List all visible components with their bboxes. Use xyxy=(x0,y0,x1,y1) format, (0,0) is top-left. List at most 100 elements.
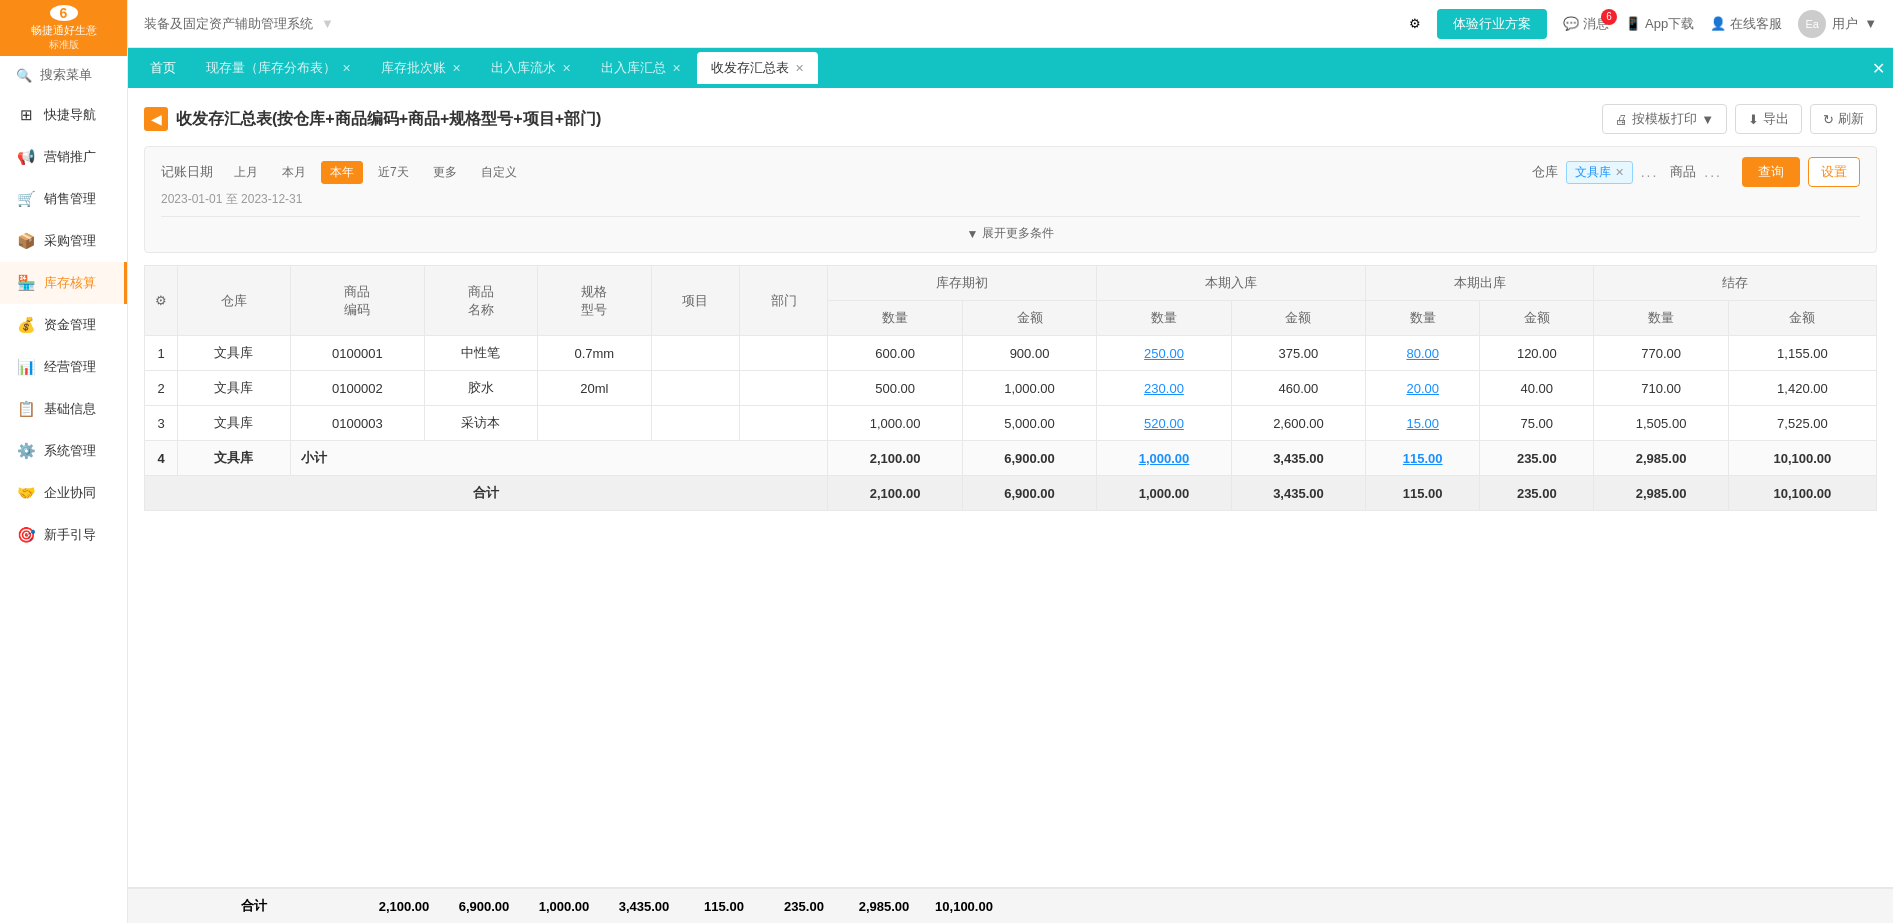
bottom-total-out-qty: 115.00 xyxy=(684,899,764,914)
query-button[interactable]: 查询 xyxy=(1742,157,1800,187)
tab-batch-ledger-close[interactable]: ✕ xyxy=(452,62,461,75)
sidebar-item-company[interactable]: 🤝 企业协同 xyxy=(0,472,127,514)
print-btn[interactable]: 🖨 按模板打印 ▼ xyxy=(1602,104,1727,134)
sub-out-qty: 115.00 xyxy=(1366,441,1480,476)
cell-in-qty[interactable]: 520.00 xyxy=(1097,406,1231,441)
expand-conditions-btn[interactable]: ▼ 展开更多条件 xyxy=(161,216,1860,242)
total-open-amt: 6,900.00 xyxy=(962,476,1096,511)
export-label: 导出 xyxy=(1763,110,1789,128)
app-download-btn[interactable]: 📱 App下载 xyxy=(1625,15,1694,33)
cell-warehouse: 文具库 xyxy=(178,336,291,371)
tab-batch-ledger[interactable]: 库存批次账 ✕ xyxy=(367,52,475,84)
column-settings-icon[interactable]: ⚙ xyxy=(155,293,167,308)
sidebar-item-system[interactable]: ⚙️ 系统管理 xyxy=(0,430,127,472)
sidebar-item-finance[interactable]: 💰 资金管理 xyxy=(0,304,127,346)
tab-stock-dist[interactable]: 现存量（库存分布表） ✕ xyxy=(192,52,365,84)
collapse-btn[interactable]: ◀ xyxy=(144,107,168,131)
filter-bar: 记账日期 上月 本月 本年 近7天 更多 自定义 仓库 文具库 ✕ ... xyxy=(144,146,1877,253)
settings-button-filter[interactable]: 设置 xyxy=(1808,157,1860,187)
th-out-group: 本期出库 xyxy=(1366,266,1594,301)
sidebar-item-sales[interactable]: 🛒 销售管理 xyxy=(0,178,127,220)
app-download-label: App下载 xyxy=(1645,15,1694,33)
cell-no: 3 xyxy=(145,406,178,441)
print-icon: 🖨 xyxy=(1615,112,1628,127)
cell-out-qty[interactable]: 20.00 xyxy=(1366,371,1480,406)
user-label: 用户 xyxy=(1832,15,1858,33)
tabs-close-all-btn[interactable]: ✕ xyxy=(1872,59,1885,78)
gear-icon: ⚙ xyxy=(1409,16,1421,31)
sidebar-item-marketing[interactable]: 📢 营销推广 xyxy=(0,136,127,178)
total-out-amt: 235.00 xyxy=(1480,476,1594,511)
sidebar-item-basic-info[interactable]: 📋 基础信息 xyxy=(0,388,127,430)
th-goods-code: 商品编码 xyxy=(290,266,424,336)
cell-code: 0100003 xyxy=(290,406,424,441)
cell-spec xyxy=(537,406,651,441)
bottom-total-close-amt: 10,100.00 xyxy=(924,899,1004,914)
cell-in-amt: 2,600.00 xyxy=(1231,406,1365,441)
tab-recv-send-label: 收发存汇总表 xyxy=(711,59,789,77)
sidebar-item-inventory[interactable]: 🏪 库存核算 xyxy=(0,262,127,304)
cell-in-amt: 375.00 xyxy=(1231,336,1365,371)
cell-project xyxy=(651,336,739,371)
message-btn[interactable]: 💬 消息 6 xyxy=(1563,15,1609,33)
refresh-btn[interactable]: ↻ 刷新 xyxy=(1810,104,1877,134)
cell-spec: 0.7mm xyxy=(537,336,651,371)
th-project: 项目 xyxy=(651,266,739,336)
refresh-label: 刷新 xyxy=(1838,110,1864,128)
tab-recv-send-close[interactable]: ✕ xyxy=(795,62,804,75)
topbar: 装备及固定资产辅助管理系统 ▼ ⚙ 体验行业方案 💬 消息 6 📱 App下载 … xyxy=(128,0,1893,48)
sub-no: 4 xyxy=(145,441,178,476)
sidebar-item-label: 资金管理 xyxy=(44,316,96,334)
sidebar-item-guide[interactable]: 🎯 新手引导 xyxy=(0,514,127,556)
cell-code: 0100002 xyxy=(290,371,424,406)
print-dropdown-icon: ▼ xyxy=(1701,112,1714,127)
refresh-icon: ↻ xyxy=(1823,112,1834,127)
user-menu-btn[interactable]: Ea 用户 ▼ xyxy=(1798,10,1877,38)
settings-button[interactable]: ⚙ xyxy=(1409,16,1421,31)
sub-open-amt: 6,900.00 xyxy=(962,441,1096,476)
tab-stock-dist-close[interactable]: ✕ xyxy=(342,62,351,75)
date-btn-custom[interactable]: 自定义 xyxy=(472,161,526,184)
online-service-btn[interactable]: 👤 在线客服 xyxy=(1710,15,1782,33)
search-menu[interactable]: 🔍 搜索菜单 xyxy=(0,56,127,94)
tab-flow-close[interactable]: ✕ xyxy=(562,62,571,75)
th-in-group: 本期入库 xyxy=(1097,266,1366,301)
right-actions: 🖨 按模板打印 ▼ ⬇ 导出 ↻ 刷新 xyxy=(1602,104,1877,134)
cell-in-qty[interactable]: 230.00 xyxy=(1097,371,1231,406)
guide-icon: 🎯 xyxy=(16,526,36,544)
user-dropdown-icon: ▼ xyxy=(1864,16,1877,31)
tab-recv-send[interactable]: 收发存汇总表 ✕ xyxy=(697,52,818,84)
sidebar-item-purchase[interactable]: 📦 采购管理 xyxy=(0,220,127,262)
cell-no: 1 xyxy=(145,336,178,371)
bottom-total-bar: 合计 2,100.00 6,900.00 1,000.00 3,435.00 1… xyxy=(128,887,1893,923)
data-table: ⚙ 仓库 商品编码 商品名称 规格型号 项目 部门 库存期初 本期入库 本期出库… xyxy=(144,265,1877,511)
cell-out-qty[interactable]: 15.00 xyxy=(1366,406,1480,441)
date-btn-this-year[interactable]: 本年 xyxy=(321,161,363,184)
sidebar-item-quick-nav[interactable]: ⊞ 快捷导航 xyxy=(0,94,127,136)
tab-summary-close[interactable]: ✕ xyxy=(672,62,681,75)
th-in-amt: 金额 xyxy=(1231,301,1365,336)
date-btn-7days[interactable]: 近7天 xyxy=(369,161,418,184)
th-goods-spec: 规格型号 xyxy=(537,266,651,336)
warehouse-tag-close[interactable]: ✕ xyxy=(1615,166,1624,179)
date-btn-more[interactable]: 更多 xyxy=(424,161,466,184)
tab-summary[interactable]: 出入库汇总 ✕ xyxy=(587,52,695,84)
sidebar-logo: 6 畅捷通好生意 标准版 xyxy=(0,0,127,56)
page-content: ◀ 收发存汇总表(按仓库+商品编码+商品+规格型号+项目+部门) 🖨 按模板打印… xyxy=(128,88,1893,887)
experience-btn[interactable]: 体验行业方案 xyxy=(1437,9,1547,39)
date-btn-last-month[interactable]: 上月 xyxy=(225,161,267,184)
date-btn-this-month[interactable]: 本月 xyxy=(273,161,315,184)
tab-home[interactable]: 首页 xyxy=(136,52,190,84)
cell-out-qty[interactable]: 80.00 xyxy=(1366,336,1480,371)
cell-out-amt: 40.00 xyxy=(1480,371,1594,406)
goods-more-btn[interactable]: ... xyxy=(1704,164,1722,180)
tab-stock-dist-label: 现存量（库存分布表） xyxy=(206,59,336,77)
warehouse-tag[interactable]: 文具库 ✕ xyxy=(1566,161,1633,184)
warehouse-more-btn[interactable]: ... xyxy=(1641,164,1659,180)
sidebar-item-operations[interactable]: 📊 经营管理 xyxy=(0,346,127,388)
export-btn[interactable]: ⬇ 导出 xyxy=(1735,104,1802,134)
sidebar-item-label: 系统管理 xyxy=(44,442,96,460)
tab-flow[interactable]: 出入库流水 ✕ xyxy=(477,52,585,84)
cell-spec: 20ml xyxy=(537,371,651,406)
cell-in-qty[interactable]: 250.00 xyxy=(1097,336,1231,371)
